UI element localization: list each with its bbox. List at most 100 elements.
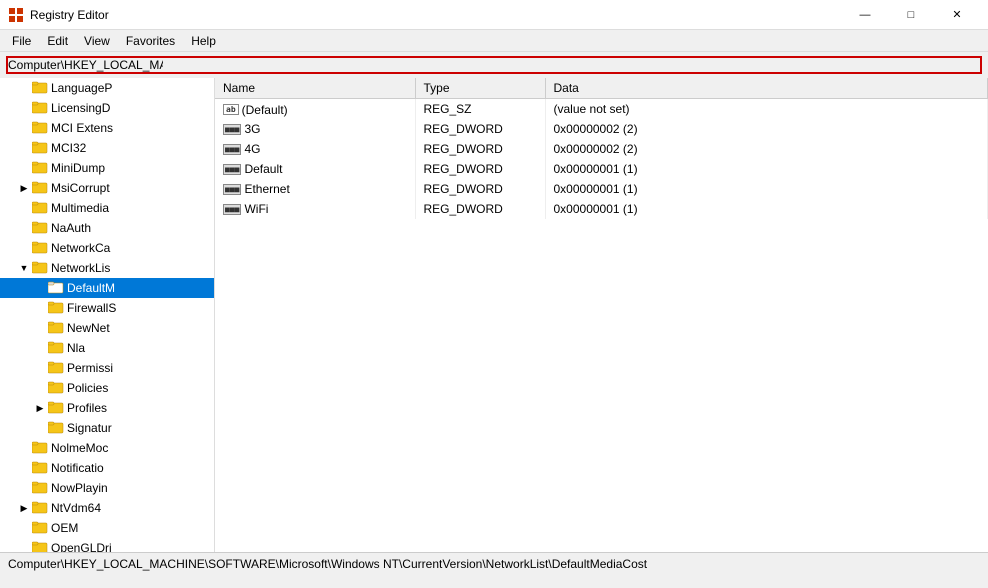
expand-icon[interactable]	[32, 420, 48, 436]
tree-item[interactable]: Policies	[0, 378, 214, 398]
cell-type: REG_DWORD	[415, 199, 545, 219]
menu-help[interactable]: Help	[183, 32, 224, 50]
tree-item[interactable]: NewNet	[0, 318, 214, 338]
tree-item[interactable]: NolmeMoc	[0, 438, 214, 458]
tree-item[interactable]: Nla	[0, 338, 214, 358]
folder-icon	[48, 340, 64, 357]
expand-icon[interactable]	[16, 520, 32, 536]
expand-icon[interactable]	[16, 160, 32, 176]
status-bar: Computer\HKEY_LOCAL_MACHINE\SOFTWARE\Mic…	[0, 552, 988, 574]
table-row[interactable]: ■■■ 3GREG_DWORD0x00000002 (2)	[215, 119, 988, 139]
tree-item-label: LanguageP	[51, 81, 112, 95]
menu-view[interactable]: View	[76, 32, 118, 50]
table-row[interactable]: ■■■ EthernetREG_DWORD0x00000001 (1)	[215, 179, 988, 199]
folder-icon	[32, 100, 48, 117]
tree-item[interactable]: ▼ NetworkLis	[0, 258, 214, 278]
window-controls: — □ ✕	[842, 0, 980, 30]
tree-item-label: Policies	[67, 381, 108, 395]
cell-type: REG_DWORD	[415, 179, 545, 199]
expand-icon[interactable]	[16, 440, 32, 456]
tree-item[interactable]: FirewallS	[0, 298, 214, 318]
address-bar-container	[6, 56, 982, 74]
expand-icon[interactable]	[32, 280, 48, 296]
menu-bar: File Edit View Favorites Help	[0, 30, 988, 52]
expand-icon[interactable]	[32, 360, 48, 376]
expand-icon[interactable]	[16, 120, 32, 136]
folder-icon	[32, 200, 48, 217]
tree-item[interactable]: OEM	[0, 518, 214, 538]
expand-icon[interactable]	[16, 140, 32, 156]
tree-item[interactable]: MiniDump	[0, 158, 214, 178]
tree-item[interactable]: NowPlayin	[0, 478, 214, 498]
table-row[interactable]: ■■■ DefaultREG_DWORD0x00000001 (1)	[215, 159, 988, 179]
registry-detail: Name Type Data ab (Default)REG_SZ(value …	[215, 78, 988, 552]
expand-icon[interactable]	[16, 80, 32, 96]
minimize-button[interactable]: —	[842, 0, 888, 30]
expand-icon[interactable]	[16, 200, 32, 216]
tree-item[interactable]: NetworkCa	[0, 238, 214, 258]
tree-item[interactable]: ▶ NtVdm64	[0, 498, 214, 518]
expand-icon[interactable]	[16, 460, 32, 476]
cell-type: REG_DWORD	[415, 119, 545, 139]
tree-item-label: DefaultM	[67, 281, 115, 295]
menu-edit[interactable]: Edit	[39, 32, 76, 50]
expand-icon[interactable]	[16, 220, 32, 236]
close-button[interactable]: ✕	[934, 0, 980, 30]
cell-data: 0x00000002 (2)	[545, 139, 988, 159]
expand-icon[interactable]	[32, 380, 48, 396]
expand-icon[interactable]	[32, 340, 48, 356]
maximize-button[interactable]: □	[888, 0, 934, 30]
cell-data: (value not set)	[545, 99, 988, 119]
tree-item-label: MsiCorrupt	[51, 181, 110, 195]
status-text: Computer\HKEY_LOCAL_MACHINE\SOFTWARE\Mic…	[8, 557, 647, 571]
table-row[interactable]: ab (Default) REG_SZ(value not set)	[215, 99, 988, 119]
menu-favorites[interactable]: Favorites	[118, 32, 183, 50]
cell-name: ■■■ Ethernet	[215, 179, 415, 199]
cell-data: 0x00000001 (1)	[545, 159, 988, 179]
cell-type: REG_SZ	[415, 99, 545, 119]
tree-item[interactable]: MCI Extens	[0, 118, 214, 138]
tree-item[interactable]: Signatur	[0, 418, 214, 438]
tree-item[interactable]: LicensingD	[0, 98, 214, 118]
tree-item[interactable]: OpenGLDri	[0, 538, 214, 552]
expand-icon[interactable]	[32, 300, 48, 316]
cell-data: 0x00000002 (2)	[545, 119, 988, 139]
expand-icon[interactable]: ▶	[16, 180, 32, 196]
expand-icon[interactable]: ▼	[16, 260, 32, 276]
tree-item[interactable]: DefaultM	[0, 278, 214, 298]
expand-icon[interactable]	[16, 240, 32, 256]
tree-item-label: LicensingD	[51, 101, 110, 115]
address-input[interactable]	[8, 58, 163, 72]
tree-item[interactable]: ▶ MsiCorrupt	[0, 178, 214, 198]
folder-icon	[48, 300, 64, 317]
table-row[interactable]: ■■■ WiFiREG_DWORD0x00000001 (1)	[215, 199, 988, 219]
tree-item-label: NowPlayin	[51, 481, 108, 495]
tree-item[interactable]: Notificatio	[0, 458, 214, 478]
cell-type: REG_DWORD	[415, 139, 545, 159]
tree-item[interactable]: Multimedia	[0, 198, 214, 218]
expand-icon[interactable]	[16, 540, 32, 552]
tree-item[interactable]: LanguageP	[0, 78, 214, 98]
tree-item-label: FirewallS	[67, 301, 116, 315]
cell-name: ■■■ Default	[215, 159, 415, 179]
tree-item-label: NetworkCa	[51, 241, 110, 255]
expand-icon[interactable]	[16, 480, 32, 496]
expand-icon[interactable]	[32, 320, 48, 336]
expand-icon[interactable]	[16, 100, 32, 116]
tree-item[interactable]: ▶ Profiles	[0, 398, 214, 418]
tree-item-label: Permissi	[67, 361, 113, 375]
tree-item-label: Multimedia	[51, 201, 109, 215]
tree-item[interactable]: Permissi	[0, 358, 214, 378]
tree-item[interactable]: MCI32	[0, 138, 214, 158]
expand-icon[interactable]: ▶	[16, 500, 32, 516]
reg-sz-icon: ab (Default)	[223, 101, 288, 115]
menu-file[interactable]: File	[4, 32, 39, 50]
table-row[interactable]: ■■■ 4GREG_DWORD0x00000002 (2)	[215, 139, 988, 159]
folder-icon	[32, 460, 48, 477]
registry-table: Name Type Data ab (Default)REG_SZ(value …	[215, 78, 988, 219]
col-data: Data	[545, 78, 988, 99]
folder-icon	[48, 280, 64, 297]
expand-icon[interactable]: ▶	[32, 400, 48, 416]
folder-icon	[48, 360, 64, 377]
tree-item[interactable]: NaAuth	[0, 218, 214, 238]
